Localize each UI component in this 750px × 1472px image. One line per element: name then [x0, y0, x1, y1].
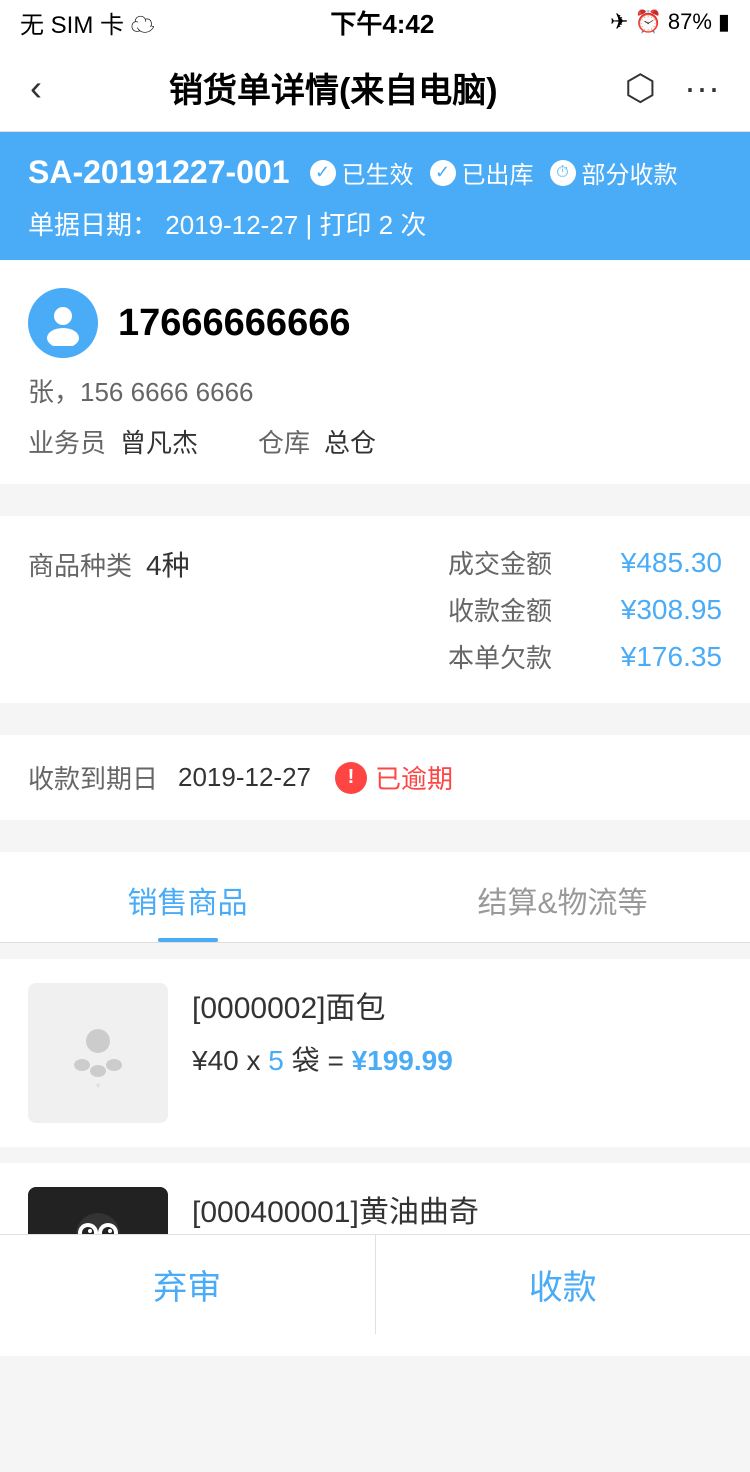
divider-2 — [0, 719, 750, 735]
product-card-1: + [0000002]面包 ¥40 x 5 袋 = ¥199.99 — [0, 959, 750, 1147]
product-name-2: [000400001]黄油曲奇 — [192, 1187, 722, 1231]
print-info: | 打印 2 次 — [305, 210, 426, 240]
product-info-1: [0000002]面包 ¥40 x 5 袋 = ¥199.99 — [192, 983, 722, 1079]
status-left: 无 SIM 卡 ☁ — [20, 5, 155, 40]
salesperson-label: 业务员 — [28, 423, 106, 460]
order-date-info: 单据日期： 2019-12-27 | 打印 2 次 — [28, 205, 722, 242]
status-right: ✈ ⏰ 87% ▮ — [610, 9, 730, 35]
check-icon-2: ✓ — [430, 160, 456, 186]
tabs-section: 销售商品 结算&物流等 — [0, 852, 750, 943]
customer-section: 17666666666 张，156 6666 6666 业务员 曾凡杰 仓库 总… — [0, 260, 750, 484]
overdue-text: 已逾期 — [375, 759, 453, 796]
order-number: SA-20191227-001 — [28, 154, 290, 191]
more-button[interactable]: ··· — [684, 67, 720, 109]
divider-1 — [0, 500, 750, 516]
bottom-spacer — [0, 1372, 750, 1472]
salesperson-value: 曾凡杰 — [120, 423, 198, 460]
deal-amount-value: ¥485.30 — [582, 547, 722, 579]
deal-amount-label: 成交金额 — [448, 544, 552, 581]
due-date-section: 收款到期日 2019-12-27 ! 已逾期 — [0, 735, 750, 820]
customer-top: 17666666666 — [28, 288, 722, 358]
badge-partial-payment: ⏱ 部分收款 — [550, 155, 678, 190]
category-value: 4种 — [146, 544, 190, 584]
clock-icon: ⏱ — [550, 160, 576, 186]
overdue-icon: ! — [335, 762, 367, 794]
battery-icon: ▮ — [718, 9, 730, 35]
receipt-amount-label: 收款金额 — [448, 591, 552, 628]
customer-name-phone: 张，156 6666 6666 — [28, 372, 722, 409]
salesperson-item: 业务员 曾凡杰 — [28, 423, 198, 460]
date-value: 2019-12-27 — [165, 210, 298, 240]
overdue-badge: ! 已逾期 — [335, 759, 453, 796]
divider-3 — [0, 836, 750, 852]
debt-label: 本单欠款 — [448, 638, 552, 675]
product-qty-1: 5 — [268, 1045, 284, 1076]
abandon-button[interactable]: 弃审 — [0, 1235, 376, 1334]
tabs-row: 销售商品 结算&物流等 — [0, 852, 750, 943]
order-badges: ✓ 已生效 ✓ 已出库 ⏱ 部分收款 — [310, 155, 678, 190]
sim-text: 无 SIM 卡 ☁ — [20, 5, 155, 40]
order-header-top: SA-20191227-001 ✓ 已生效 ✓ 已出库 ⏱ 部分收款 — [28, 154, 722, 191]
product-total-1: ¥199.99 — [352, 1045, 453, 1076]
badge-shipped: ✓ 已出库 — [430, 155, 534, 190]
receipt-amount-value: ¥308.95 — [582, 594, 722, 626]
product-image-1: + — [28, 983, 168, 1123]
svg-text:+: + — [95, 1081, 101, 1092]
badge-activated: ✓ 已生效 — [310, 155, 414, 190]
date-label: 单据日期： — [28, 210, 158, 240]
status-time: 下午4:42 — [330, 4, 434, 41]
due-date-value: 2019-12-27 — [178, 762, 311, 793]
bottom-bar: 弃审 收款 — [0, 1234, 750, 1334]
customer-meta: 业务员 曾凡杰 仓库 总仓 — [28, 423, 722, 460]
receipt-amount-row: 收款金额 ¥308.95 — [448, 591, 722, 628]
location-icon: ✈ — [610, 9, 628, 35]
back-button[interactable]: ‹ — [30, 67, 42, 109]
debt-value: ¥176.35 — [582, 641, 722, 673]
product-name-1: [0000002]面包 — [192, 983, 722, 1027]
warehouse-item: 仓库 总仓 — [258, 423, 376, 460]
battery-text: 87% — [668, 9, 712, 35]
warehouse-value: 总仓 — [324, 423, 376, 460]
alarm-icon: ⏰ — [634, 9, 661, 35]
deal-amount-row: 成交金额 ¥485.30 — [448, 544, 722, 581]
nav-right-actions: ⬡ ··· — [625, 67, 720, 109]
check-icon-1: ✓ — [310, 160, 336, 186]
placeholder-icon-1: + — [58, 1013, 138, 1093]
summary-section: 商品种类 4种 成交金额 ¥485.30 收款金额 ¥308.95 本单欠款 ¥… — [0, 516, 750, 703]
page-title: 销货单详情(来自电脑) — [169, 63, 498, 112]
order-header: SA-20191227-001 ✓ 已生效 ✓ 已出库 ⏱ 部分收款 单据日期：… — [0, 132, 750, 260]
customer-avatar — [28, 288, 98, 358]
share-button[interactable]: ⬡ — [625, 67, 656, 109]
avatar-icon — [40, 300, 86, 346]
collect-button[interactable]: 收款 — [376, 1235, 750, 1334]
status-bar: 无 SIM 卡 ☁ 下午4:42 ✈ ⏰ 87% ▮ — [0, 0, 750, 44]
summary-left: 商品种类 4种 — [28, 544, 190, 584]
debt-row: 本单欠款 ¥176.35 — [448, 638, 722, 675]
category-label: 商品种类 — [28, 546, 132, 583]
nav-bar: ‹ 销货单详情(来自电脑) ⬡ ··· — [0, 44, 750, 132]
summary-right: 成交金额 ¥485.30 收款金额 ¥308.95 本单欠款 ¥176.35 — [448, 544, 722, 675]
customer-phone: 17666666666 — [118, 302, 350, 345]
summary-grid: 商品种类 4种 成交金额 ¥485.30 收款金额 ¥308.95 本单欠款 ¥… — [28, 544, 722, 675]
product-price-1: ¥40 x 5 袋 = ¥199.99 — [192, 1039, 722, 1079]
warehouse-label: 仓库 — [258, 423, 310, 460]
tab-settlement[interactable]: 结算&物流等 — [375, 852, 750, 942]
due-label: 收款到期日 — [28, 759, 158, 796]
tab-products[interactable]: 销售商品 — [0, 852, 375, 942]
